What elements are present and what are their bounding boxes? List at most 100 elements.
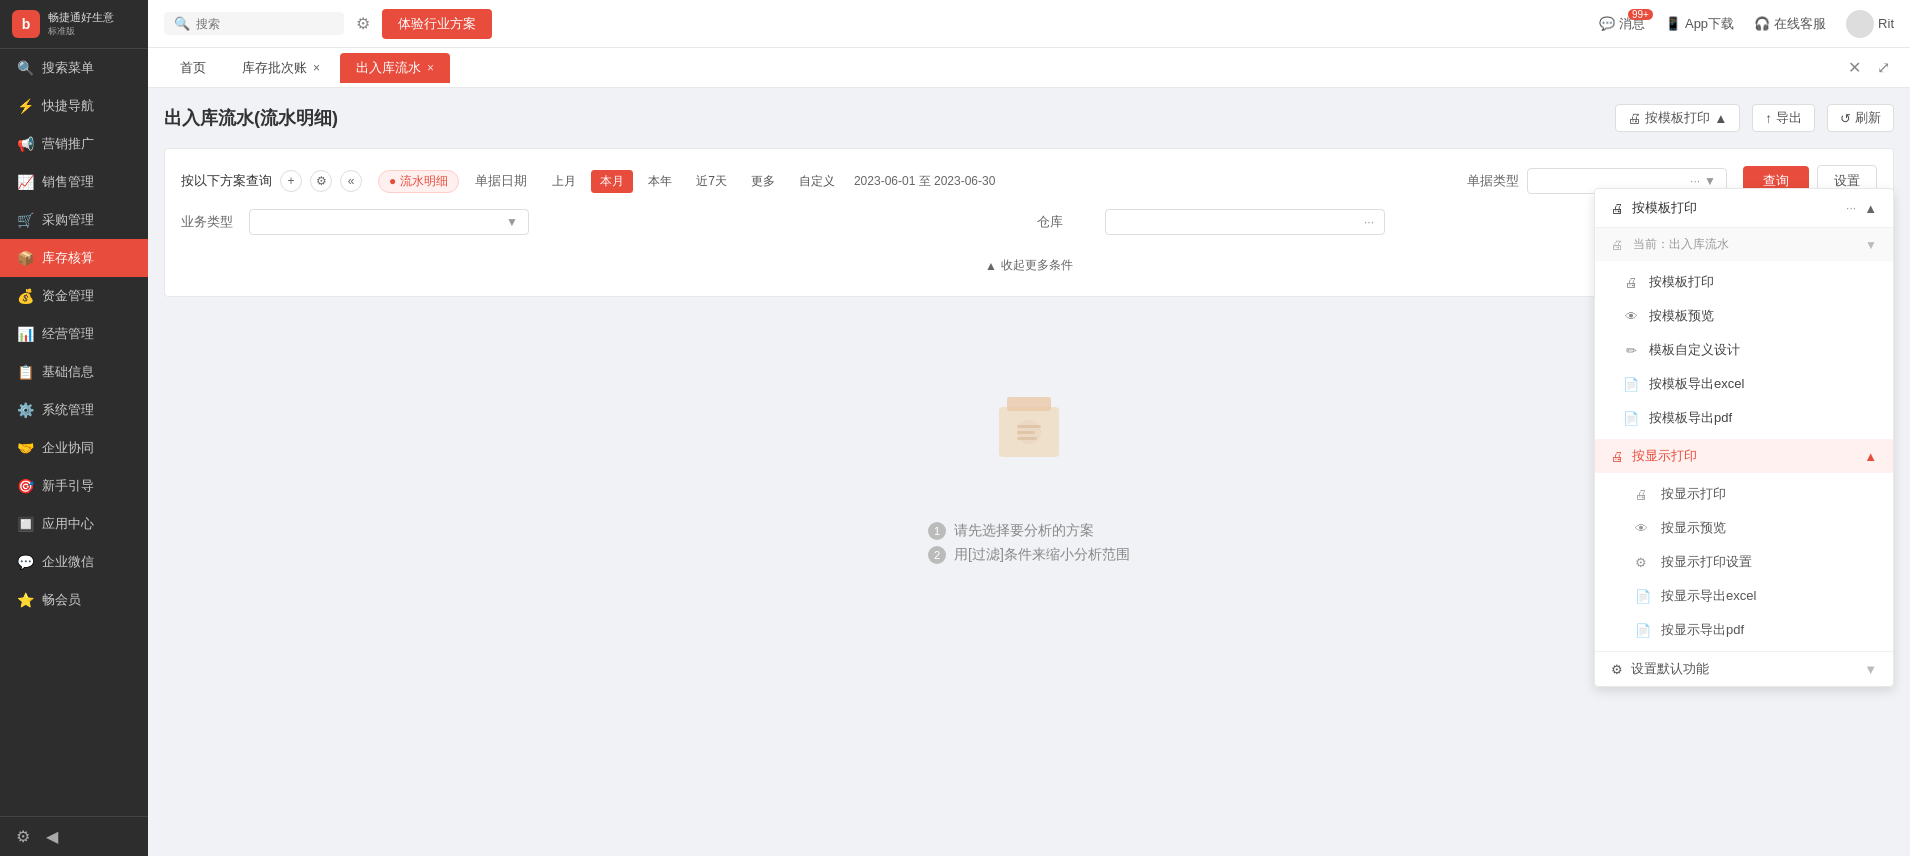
print-button[interactable]: 🖨 按模板打印 ▲ (1615, 104, 1740, 132)
sidebar-logo: b 畅捷通好生意 标准版 (0, 0, 148, 49)
export-icon: ↑ (1765, 111, 1772, 126)
dropdown-header: 🖨 按模板打印 ··· ▲ (1595, 189, 1893, 228)
svg-rect-5 (1017, 437, 1037, 440)
tab-flow[interactable]: 出入库流水 × (340, 53, 450, 83)
window-close-btn[interactable]: ✕ (1844, 56, 1865, 79)
date-opt-this-year[interactable]: 本年 (639, 170, 681, 193)
message-badge: 99+ (1628, 9, 1653, 20)
doc-type-more-icon[interactable]: ··· (1690, 174, 1700, 188)
chevron-up-icon: ▲ (985, 259, 997, 273)
sidebar-item-appcenter[interactable]: 🔲 应用中心 (0, 505, 148, 543)
tab-flow-close[interactable]: × (427, 61, 434, 75)
sidebar-item-finance[interactable]: 💰 资金管理 (0, 277, 148, 315)
money-icon: 💰 (16, 288, 34, 304)
export-label: 导出 (1776, 109, 1802, 127)
sidebar: b 畅捷通好生意 标准版 🔍 搜索菜单 ⚡ 快捷导航 📢 营销推广 📈 销售管理… (0, 0, 148, 856)
dropdown-footer[interactable]: ⚙ 设置默认功能 ▼ (1595, 651, 1893, 686)
sidebar-item-label: 基础信息 (42, 363, 94, 381)
sub-item-label: 按显示导出excel (1661, 587, 1756, 605)
tab-home[interactable]: 首页 (164, 53, 222, 83)
biz-type-select[interactable]: ▼ (249, 209, 529, 235)
app-logo-icon: b (12, 10, 40, 38)
tab-batch-close[interactable]: × (313, 61, 320, 75)
dropdown-chevron-up[interactable]: ▲ (1864, 201, 1877, 216)
topbar: 🔍 ⚙ 体验行业方案 💬 消息 99+ 📱 App下载 🎧 在线客服 Rit (148, 0, 1910, 48)
date-opt-last-month[interactable]: 上月 (543, 170, 585, 193)
current-label: 当前：出入库流水 (1633, 236, 1729, 253)
sidebar-item-inventory[interactable]: 📦 库存核算 (0, 239, 148, 277)
trial-button[interactable]: 体验行业方案 (382, 9, 492, 39)
sidebar-item-newbie[interactable]: 🎯 新手引导 (0, 467, 148, 505)
sidebar-item-collab[interactable]: 🤝 企业协同 (0, 429, 148, 467)
sidebar-item-label: 快捷导航 (42, 97, 94, 115)
settings-bottom-icon[interactable]: ⚙ (16, 827, 30, 846)
section-chevron-up: ▲ (1864, 449, 1877, 464)
tabbar: 首页 库存批次账 × 出入库流水 × ✕ ⤢ (148, 48, 1910, 88)
step-2-number: 2 (928, 546, 946, 564)
export-button[interactable]: ↑ 导出 (1752, 104, 1815, 132)
operations-icon: 📊 (16, 326, 34, 342)
headset-icon: 🎧 (1754, 16, 1770, 31)
lightning-icon: ⚡ (16, 98, 34, 114)
date-opt-more[interactable]: 更多 (742, 170, 784, 193)
filter-settings-button[interactable]: ⚙ (310, 170, 332, 192)
filter-collapse-button[interactable]: « (340, 170, 362, 192)
sidebar-item-basic[interactable]: 📋 基础信息 (0, 353, 148, 391)
filter-add-button[interactable]: + (280, 170, 302, 192)
date-opt-this-month[interactable]: 本月 (591, 170, 633, 193)
sidebar-item-purchase[interactable]: 🛒 采购管理 (0, 201, 148, 239)
item-label: 按模板预览 (1649, 307, 1714, 325)
svg-rect-4 (1017, 431, 1035, 434)
collapse-icon[interactable]: ◀ (46, 827, 58, 846)
sidebar-item-label: 营销推广 (42, 135, 94, 153)
dropdown-print-icon: 🖨 (1611, 201, 1624, 216)
message-button[interactable]: 💬 消息 99+ (1599, 15, 1645, 33)
dropdown-item-template-pdf[interactable]: 📄 按模板导出pdf (1595, 401, 1893, 435)
tab-home-label: 首页 (180, 59, 206, 77)
biz-type-chevron: ▼ (506, 215, 518, 229)
refresh-button[interactable]: ↺ 刷新 (1827, 104, 1894, 132)
topbar-search-container: 🔍 (164, 12, 344, 35)
dropdown-item-template-preview[interactable]: 👁 按模板预览 (1595, 299, 1893, 333)
dropdown-item-template-excel[interactable]: 📄 按模板导出excel (1595, 367, 1893, 401)
phone-icon: 📱 (1665, 16, 1681, 31)
sidebar-item-operations[interactable]: 📊 经营管理 (0, 315, 148, 353)
sidebar-item-member[interactable]: ⭐ 畅会员 (0, 581, 148, 619)
topbar-gear-icon[interactable]: ⚙ (356, 14, 370, 33)
tab-flow-label: 出入库流水 (356, 59, 421, 77)
search-input[interactable] (196, 17, 316, 31)
refresh-icon: ↺ (1840, 111, 1851, 126)
dropdown-sub-item-print[interactable]: 🖨 按显示打印 (1595, 477, 1893, 511)
doc-type-field-label: 单据类型 (1467, 172, 1519, 190)
dropdown-sub-item-print-settings[interactable]: ⚙ 按显示打印设置 (1595, 545, 1893, 579)
dropdown-sub-item-pdf[interactable]: 📄 按显示导出pdf (1595, 613, 1893, 647)
sidebar-item-wechat[interactable]: 💬 企业微信 (0, 543, 148, 581)
dropdown-current[interactable]: 🖨 当前：出入库流水 ▼ (1595, 228, 1893, 261)
date-opt-custom[interactable]: 自定义 (790, 170, 844, 193)
filter-chip[interactable]: ● 流水明细 (378, 170, 459, 193)
main-area: 🔍 ⚙ 体验行业方案 💬 消息 99+ 📱 App下载 🎧 在线客服 Rit (148, 0, 1910, 856)
refresh-label: 刷新 (1855, 109, 1881, 127)
collapse-label: 收起更多条件 (1001, 257, 1073, 274)
dropdown-dots[interactable]: ··· (1846, 201, 1856, 215)
warehouse-more-icon[interactable]: ··· (1364, 215, 1374, 229)
sidebar-item-search[interactable]: 🔍 搜索菜单 (0, 49, 148, 87)
dropdown-item-template-design[interactable]: ✏ 模板自定义设计 (1595, 333, 1893, 367)
date-opt-7days[interactable]: 近7天 (687, 170, 736, 193)
tab-batch[interactable]: 库存批次账 × (226, 53, 336, 83)
window-expand-btn[interactable]: ⤢ (1873, 56, 1894, 79)
user-avatar-area[interactable]: Rit (1846, 10, 1894, 38)
dropdown-section-header[interactable]: 🖨 按显示打印 ▲ (1595, 439, 1893, 473)
sidebar-item-label: 采购管理 (42, 211, 94, 229)
app-download-button[interactable]: 📱 App下载 (1665, 15, 1734, 33)
sidebar-item-system[interactable]: ⚙️ 系统管理 (0, 391, 148, 429)
dropdown-sub-item-excel[interactable]: 📄 按显示导出excel (1595, 579, 1893, 613)
dropdown-item-template-print[interactable]: 🖨 按模板打印 (1595, 265, 1893, 299)
sidebar-item-marketing[interactable]: 📢 营销推广 (0, 125, 148, 163)
online-service-button[interactable]: 🎧 在线客服 (1754, 15, 1826, 33)
warehouse-select[interactable]: ··· (1105, 209, 1385, 235)
footer-arrow: ▼ (1864, 662, 1877, 677)
sidebar-item-quicknav[interactable]: ⚡ 快捷导航 (0, 87, 148, 125)
dropdown-sub-item-preview[interactable]: 👁 按显示预览 (1595, 511, 1893, 545)
sidebar-item-sales[interactable]: 📈 销售管理 (0, 163, 148, 201)
